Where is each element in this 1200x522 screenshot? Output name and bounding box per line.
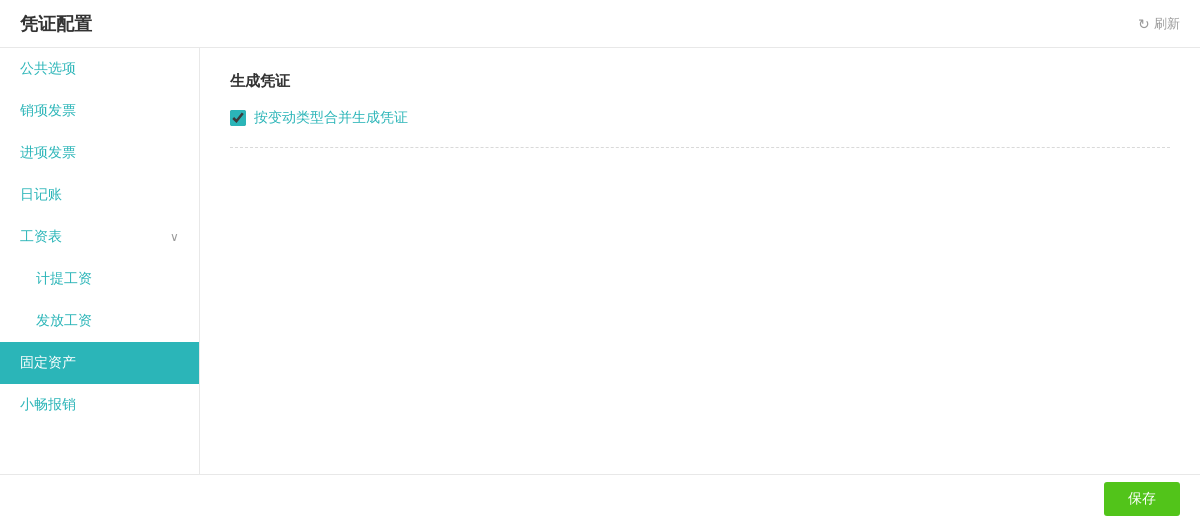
sidebar-item-label: 小畅报销 [20,396,76,414]
page-title: 凭证配置 [20,12,92,36]
sidebar-item-label: 固定资产 [20,354,76,372]
save-button[interactable]: 保存 [1104,482,1180,516]
sidebar-item-label: 计提工资 [36,270,92,288]
sidebar-item-journal[interactable]: 日记账 [0,174,199,216]
sidebar-item-expense-report[interactable]: 小畅报销 [0,384,199,426]
sidebar-item-label: 公共选项 [20,60,76,78]
sidebar-item-label: 进项发票 [20,144,76,162]
sidebar-item-label: 日记账 [20,186,62,204]
section-divider [230,147,1170,148]
merge-by-type-label[interactable]: 按变动类型合并生成凭证 [254,109,408,127]
sidebar-item-purchase-invoice[interactable]: 进项发票 [0,132,199,174]
section-title: 生成凭证 [230,72,1170,91]
sidebar-item-label: 发放工资 [36,312,92,330]
sidebar: 公共选项销项发票进项发票日记账工资表 ∨ 计提工资发放工资固定资产小畅报销 [0,48,200,474]
sidebar-item-label: 销项发票 [20,102,76,120]
layout: 公共选项销项发票进项发票日记账工资表 ∨ 计提工资发放工资固定资产小畅报销 生成凭证… [0,48,1200,474]
header: 凭证配置 ↻ 刷新 [0,0,1200,48]
merge-by-type-checkbox[interactable] [230,110,246,126]
refresh-label: 刷新 [1154,15,1180,33]
sidebar-item-public-options[interactable]: 公共选项 [0,48,199,90]
chevron-down-icon: ∨ [170,230,179,244]
checkbox-row: 按变动类型合并生成凭证 [230,109,1170,127]
sidebar-item-label: 工资表 [20,228,62,246]
sidebar-item-commission-salary[interactable]: 计提工资 [0,258,199,300]
sidebar-item-payroll-table[interactable]: 工资表 ∨ [0,216,199,258]
sidebar-item-pay-salary[interactable]: 发放工资 [0,300,199,342]
refresh-button[interactable]: ↻ 刷新 [1138,15,1180,33]
sidebar-item-fixed-assets[interactable]: 固定资产 [0,342,199,384]
footer: 保存 [0,474,1200,522]
main-content: 生成凭证 按变动类型合并生成凭证 [200,48,1200,474]
sidebar-item-sales-invoice[interactable]: 销项发票 [0,90,199,132]
refresh-icon: ↻ [1138,16,1150,32]
